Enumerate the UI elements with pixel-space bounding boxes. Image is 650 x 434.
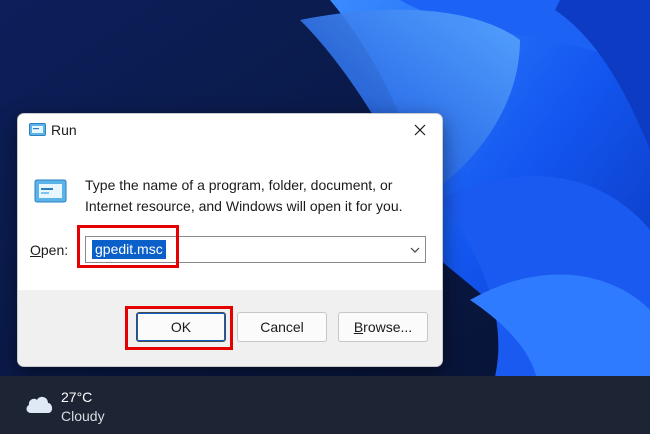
run-icon (29, 123, 46, 136)
taskbar: 27°C Cloudy (0, 376, 650, 434)
close-button[interactable] (398, 114, 442, 146)
title-bar[interactable]: Run (18, 114, 442, 146)
open-label: Open: (30, 242, 69, 258)
run-icon (34, 179, 67, 203)
dialog-title: Run (51, 122, 77, 138)
chevron-down-icon[interactable] (409, 244, 421, 256)
weather-temperature: 27°C (61, 389, 93, 405)
cloud-icon (26, 396, 53, 413)
dialog-body: Type the name of a program, folder, docu… (18, 146, 442, 290)
weather-condition: Cloudy (61, 408, 105, 424)
highlight-ok-button (125, 306, 233, 350)
close-icon (414, 124, 426, 136)
cancel-button[interactable]: Cancel (237, 312, 327, 342)
dialog-description: Type the name of a program, folder, docu… (85, 177, 403, 214)
highlight-open-input (77, 225, 179, 268)
browse-button[interactable]: Browse... (338, 312, 428, 342)
